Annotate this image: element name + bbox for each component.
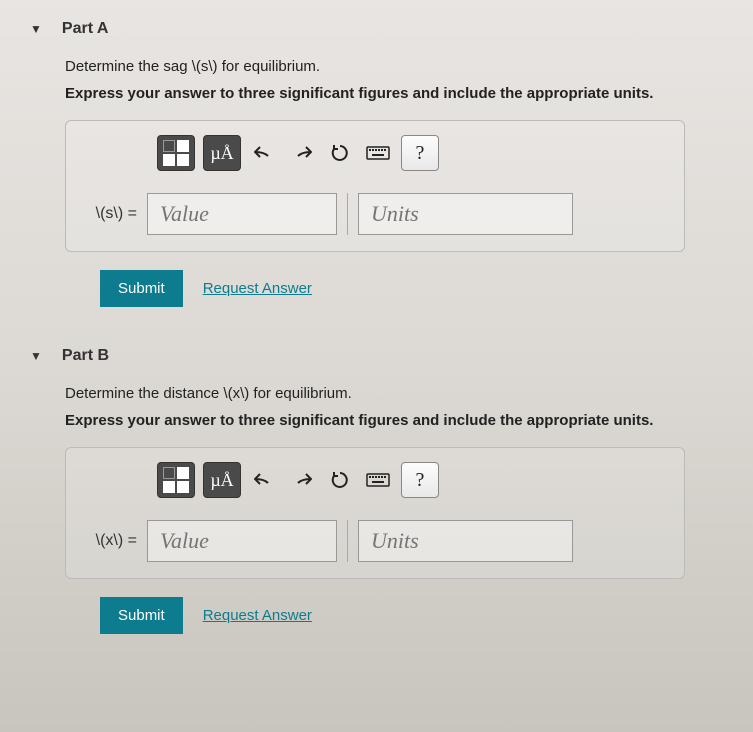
keyboard-icon: [366, 473, 390, 487]
answer-box: µÅ ? \(s\) =: [65, 120, 685, 252]
question-text: Determine the distance \(x\) for equilib…: [65, 385, 713, 402]
value-input[interactable]: [147, 520, 337, 562]
units-symbol-button[interactable]: µÅ: [203, 462, 241, 498]
help-icon: ?: [416, 469, 425, 492]
value-input[interactable]: [147, 193, 337, 235]
fraction-templates-button[interactable]: [157, 462, 195, 498]
help-icon: ?: [416, 142, 425, 165]
reset-icon: [331, 144, 349, 162]
question-text: Determine the sag \(s\) for equilibrium.: [65, 58, 713, 75]
redo-button[interactable]: [287, 135, 317, 171]
mu-a-label: µÅ: [210, 470, 233, 491]
reset-icon: [331, 471, 349, 489]
toolbar: µÅ ?: [157, 462, 668, 498]
mu-a-label: µÅ: [210, 143, 233, 164]
part-a-header: ▼ Part A: [30, 20, 713, 38]
undo-icon: [254, 145, 274, 161]
keyboard-button[interactable]: [363, 462, 393, 498]
redo-button[interactable]: [287, 462, 317, 498]
separator: [347, 520, 348, 562]
units-input[interactable]: [358, 520, 573, 562]
redo-icon: [292, 472, 312, 488]
input-row: \(s\) =: [82, 193, 668, 235]
units-input[interactable]: [358, 193, 573, 235]
keyboard-button[interactable]: [363, 135, 393, 171]
separator: [347, 193, 348, 235]
part-a-body: Determine the sag \(s\) for equilibrium.…: [65, 58, 713, 307]
part-b-header: ▼ Part B: [30, 347, 713, 365]
action-row: Submit Request Answer: [100, 270, 713, 307]
collapse-caret-icon[interactable]: ▼: [30, 22, 42, 36]
part-b-title: Part B: [62, 347, 109, 365]
units-symbol-button[interactable]: µÅ: [203, 135, 241, 171]
variable-label: \(x\) =: [82, 532, 137, 550]
part-a: ▼ Part A Determine the sag \(s\) for equ…: [30, 20, 713, 307]
fraction-icon: [163, 467, 189, 493]
instructions-text: Express your answer to three significant…: [65, 85, 713, 102]
redo-icon: [292, 145, 312, 161]
part-b-body: Determine the distance \(x\) for equilib…: [65, 385, 713, 634]
help-button[interactable]: ?: [401, 462, 439, 498]
undo-icon: [254, 472, 274, 488]
undo-button[interactable]: [249, 462, 279, 498]
input-row: \(x\) =: [82, 520, 668, 562]
request-answer-link[interactable]: Request Answer: [203, 280, 312, 297]
part-b: ▼ Part B Determine the distance \(x\) fo…: [30, 347, 713, 634]
answer-box: µÅ ? \(x\) =: [65, 447, 685, 579]
submit-button[interactable]: Submit: [100, 270, 183, 307]
instructions-text: Express your answer to three significant…: [65, 412, 713, 429]
submit-button[interactable]: Submit: [100, 597, 183, 634]
part-a-title: Part A: [62, 20, 109, 38]
help-button[interactable]: ?: [401, 135, 439, 171]
variable-label: \(s\) =: [82, 205, 137, 223]
undo-button[interactable]: [249, 135, 279, 171]
reset-button[interactable]: [325, 462, 355, 498]
action-row: Submit Request Answer: [100, 597, 713, 634]
reset-button[interactable]: [325, 135, 355, 171]
toolbar: µÅ ?: [157, 135, 668, 171]
keyboard-icon: [366, 146, 390, 160]
fraction-icon: [163, 140, 189, 166]
collapse-caret-icon[interactable]: ▼: [30, 349, 42, 363]
fraction-templates-button[interactable]: [157, 135, 195, 171]
request-answer-link[interactable]: Request Answer: [203, 607, 312, 624]
